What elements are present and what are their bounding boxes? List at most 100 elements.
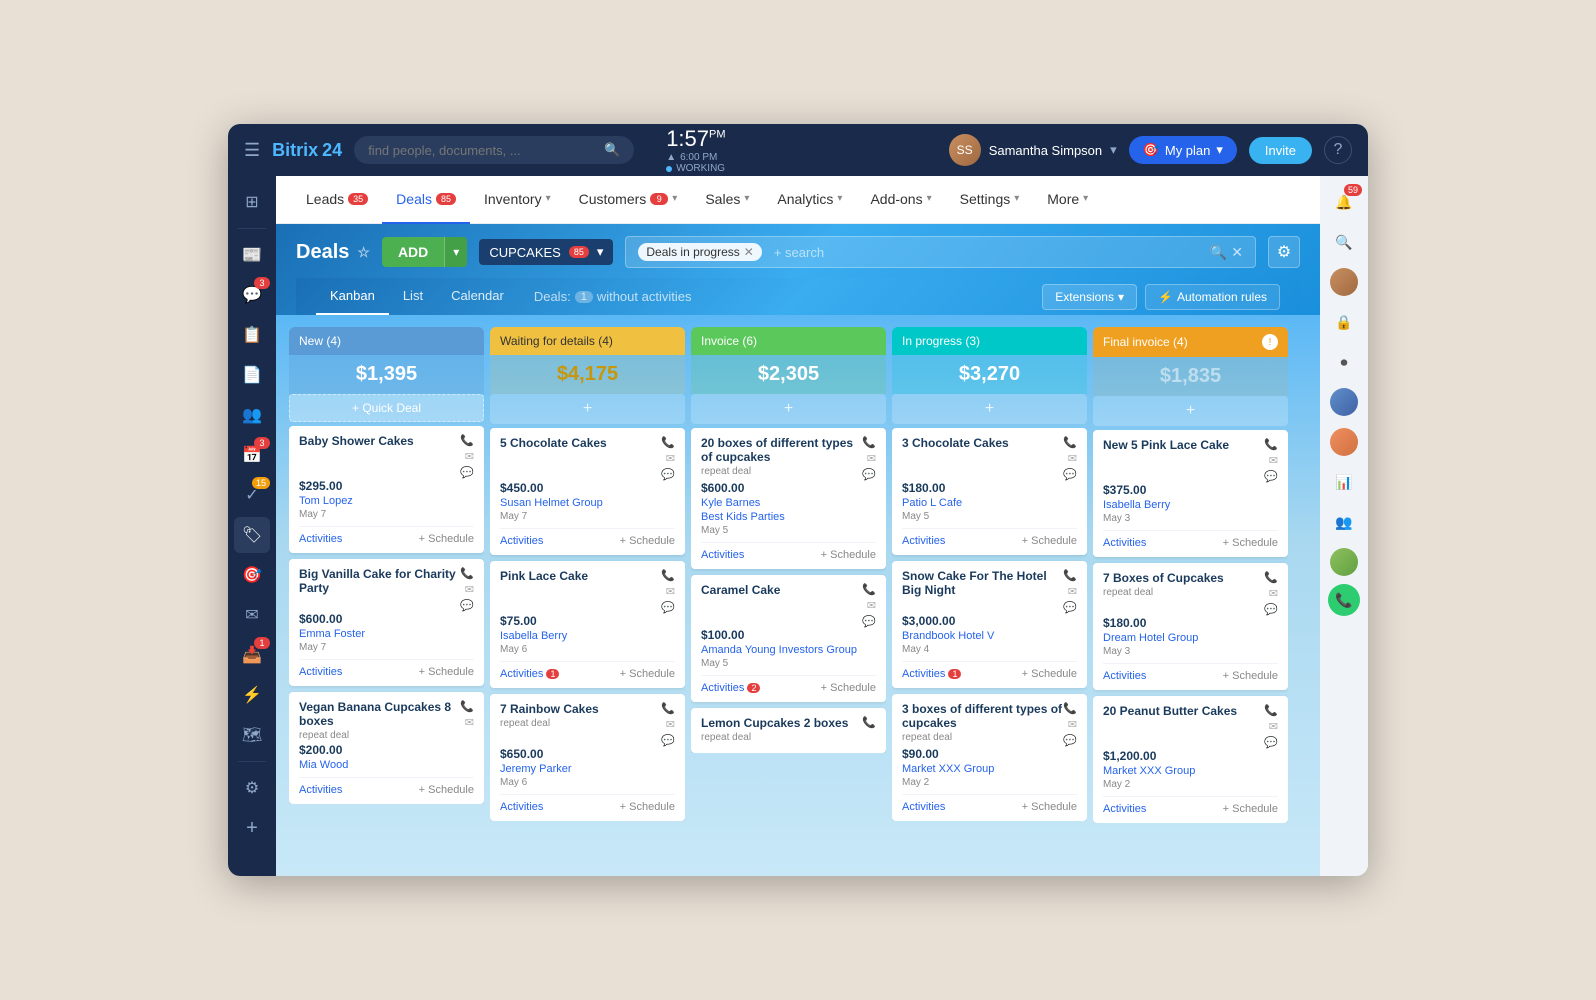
activities-link[interactable]: Activities [902,801,945,813]
user-name[interactable]: Samantha Simpson [989,143,1102,158]
sidebar-icon-mail[interactable]: ✉ [234,597,270,633]
right-sidebar-avatar-4[interactable] [1326,544,1362,580]
sidebar-icon-docs[interactable]: 📄 [234,357,270,393]
right-sidebar-avatar-1[interactable] [1326,264,1362,300]
card-big-vanilla-cake[interactable]: Big Vanilla Cake for Charity Party 📞 ✉ 💬… [289,559,484,686]
nav-item-leads[interactable]: Leads 35 [292,176,382,224]
add-button[interactable]: ADD [382,237,444,267]
sidebar-icon-tasks[interactable]: 📋 [234,317,270,353]
right-sidebar-crm[interactable]: 📊 [1326,464,1362,500]
activities-link[interactable]: Activities 1 [902,668,961,680]
card-caramel-cake[interactable]: Caramel Cake 📞 ✉ 💬 $100.00 Amanda Young … [691,575,886,702]
schedule-link[interactable]: + Schedule [1022,801,1077,813]
sidebar-icon-calendar[interactable]: 📅3 [234,437,270,473]
activities-link[interactable]: Activities [299,533,342,545]
nav-item-customers[interactable]: Customers 9 ▾ [565,176,692,224]
schedule-link[interactable]: + Schedule [419,666,474,678]
nav-item-deals[interactable]: Deals 85 [382,176,470,224]
add-card-button-waiting[interactable]: + [490,394,685,424]
activities-link[interactable]: Activities [299,666,342,678]
right-sidebar-lock[interactable]: 🔒 [1326,304,1362,340]
card-5-chocolate-cakes[interactable]: 5 Chocolate Cakes 📞 ✉ 💬 $450.00 Susan He… [490,428,685,555]
card-new-5-pink-lace[interactable]: New 5 Pink Lace Cake 📞 ✉ 💬 $375.00 Isabe… [1093,430,1288,557]
filter-settings-button[interactable]: ⚙ [1268,236,1300,268]
activities-link[interactable]: Activities [500,801,543,813]
automation-button[interactable]: ⚡ Automation rules [1145,284,1280,310]
schedule-link[interactable]: + Schedule [620,668,675,680]
star-icon[interactable]: ☆ [357,244,370,261]
subnav-calendar[interactable]: Calendar [437,278,518,315]
sidebar-icon-crm[interactable]: 🏷 [234,517,270,553]
right-sidebar-search[interactable]: 🔍 [1326,224,1362,260]
filter-tag[interactable]: CUPCAKES 85 ▾ [479,239,613,265]
activities-link[interactable]: Activities [1103,537,1146,549]
right-sidebar-notifications[interactable]: 🔔 59 [1326,184,1362,220]
sidebar-icon-inbox[interactable]: 📥1 [234,637,270,673]
extensions-button[interactable]: Extensions ▾ [1042,284,1137,310]
search-submit-icon[interactable]: 🔍 [1210,244,1227,261]
card-snow-cake-hotel[interactable]: Snow Cake For The Hotel Big Night 📞 ✉ 💬 … [892,561,1087,688]
help-icon[interactable]: ? [1324,136,1352,164]
schedule-link[interactable]: + Schedule [419,784,474,796]
schedule-link[interactable]: + Schedule [620,801,675,813]
nav-item-sales[interactable]: Sales ▾ [691,176,763,224]
card-vegan-banana[interactable]: Vegan Banana Cupcakes 8 boxes repeat dea… [289,692,484,804]
sidebar-icon-filter[interactable]: ⚡ [234,677,270,713]
card-20-boxes-cupcakes[interactable]: 20 boxes of different types of cupcakes … [691,428,886,569]
filter-pill-close-icon[interactable]: ✕ [744,245,754,259]
schedule-link[interactable]: + Schedule [1022,535,1077,547]
nav-item-settings[interactable]: Settings ▾ [946,176,1034,224]
schedule-link[interactable]: + Schedule [620,535,675,547]
schedule-link[interactable]: + Schedule [821,682,876,694]
card-7-rainbow-cakes[interactable]: 7 Rainbow Cakes repeat deal 📞 ✉ 💬 $650.0… [490,694,685,821]
card-lemon-cupcakes[interactable]: Lemon Cupcakes 2 boxes repeat deal 📞 [691,708,886,753]
sidebar-icon-feed[interactable]: 📰 [234,237,270,273]
card-baby-shower-cakes[interactable]: Baby Shower Cakes 📞 ✉ 💬 $295.00 Tom Lope… [289,426,484,553]
activities-link[interactable]: Activities [701,549,744,561]
card-3-chocolate-cakes[interactable]: 3 Chocolate Cakes 📞 ✉ 💬 $180.00 Patio L … [892,428,1087,555]
sidebar-icon-chat[interactable]: 💬3 [234,277,270,313]
schedule-link[interactable]: + Schedule [821,549,876,561]
quick-deal-button[interactable]: + Quick Deal [289,394,484,422]
card-7-boxes-cupcakes[interactable]: 7 Boxes of Cupcakes repeat deal 📞 ✉ 💬 $1… [1093,563,1288,690]
schedule-link[interactable]: + Schedule [1223,670,1278,682]
add-dropdown-button[interactable]: ▾ [444,237,467,267]
sidebar-icon-grid[interactable]: ⊞ [234,184,270,220]
invite-button[interactable]: Invite [1249,137,1312,164]
sidebar-icon-contacts[interactable]: 👥 [234,397,270,433]
sidebar-icon-tasks2[interactable]: ✓15 [234,477,270,513]
add-card-button-in-progress[interactable]: + [892,394,1087,424]
sidebar-icon-target[interactable]: 🎯 [234,557,270,593]
search-filter[interactable]: Deals in progress ✕ + search 🔍 ✕ [625,236,1256,268]
nav-item-addons[interactable]: Add-ons ▾ [856,176,945,224]
activities-link[interactable]: Activities [902,535,945,547]
activities-link[interactable]: Activities 1 [500,668,559,680]
right-sidebar-phone[interactable]: 📞 [1328,584,1360,616]
nav-item-analytics[interactable]: Analytics ▾ [763,176,856,224]
right-sidebar-people[interactable]: 👥 [1326,504,1362,540]
card-pink-lace-cake[interactable]: Pink Lace Cake 📞 ✉ 💬 $75.00 Isabella Ber… [490,561,685,688]
activities-link[interactable]: Activities 2 [701,682,760,694]
activities-link[interactable]: Activities [299,784,342,796]
sidebar-icon-map[interactable]: 🗺 [234,717,270,753]
activities-link[interactable]: Activities [1103,803,1146,815]
schedule-link[interactable]: + Schedule [1223,803,1278,815]
sidebar-icon-add[interactable]: + [234,810,270,846]
activities-link[interactable]: Activities [1103,670,1146,682]
nav-item-inventory[interactable]: Inventory ▾ [470,176,565,224]
right-sidebar-avatar-2[interactable] [1326,384,1362,420]
subnav-kanban[interactable]: Kanban [316,278,389,315]
add-card-button-invoice[interactable]: + [691,394,886,424]
my-plan-button[interactable]: 🎯 My plan ▾ [1129,136,1237,164]
right-sidebar-record[interactable]: ⏺ [1326,344,1362,380]
card-20-peanut-butter[interactable]: 20 Peanut Butter Cakes 📞 ✉ 💬 $1,200.00 M… [1093,696,1288,823]
schedule-link[interactable]: + Schedule [1223,537,1278,549]
add-card-button-final-invoice[interactable]: + [1093,396,1288,426]
schedule-link[interactable]: + Schedule [1022,668,1077,680]
activities-link[interactable]: Activities [500,535,543,547]
schedule-link[interactable]: + Schedule [419,533,474,545]
subnav-list[interactable]: List [389,278,437,315]
search-clear-icon[interactable]: ✕ [1231,244,1243,261]
right-sidebar-avatar-3[interactable] [1326,424,1362,460]
hamburger-icon[interactable]: ☰ [244,140,260,161]
